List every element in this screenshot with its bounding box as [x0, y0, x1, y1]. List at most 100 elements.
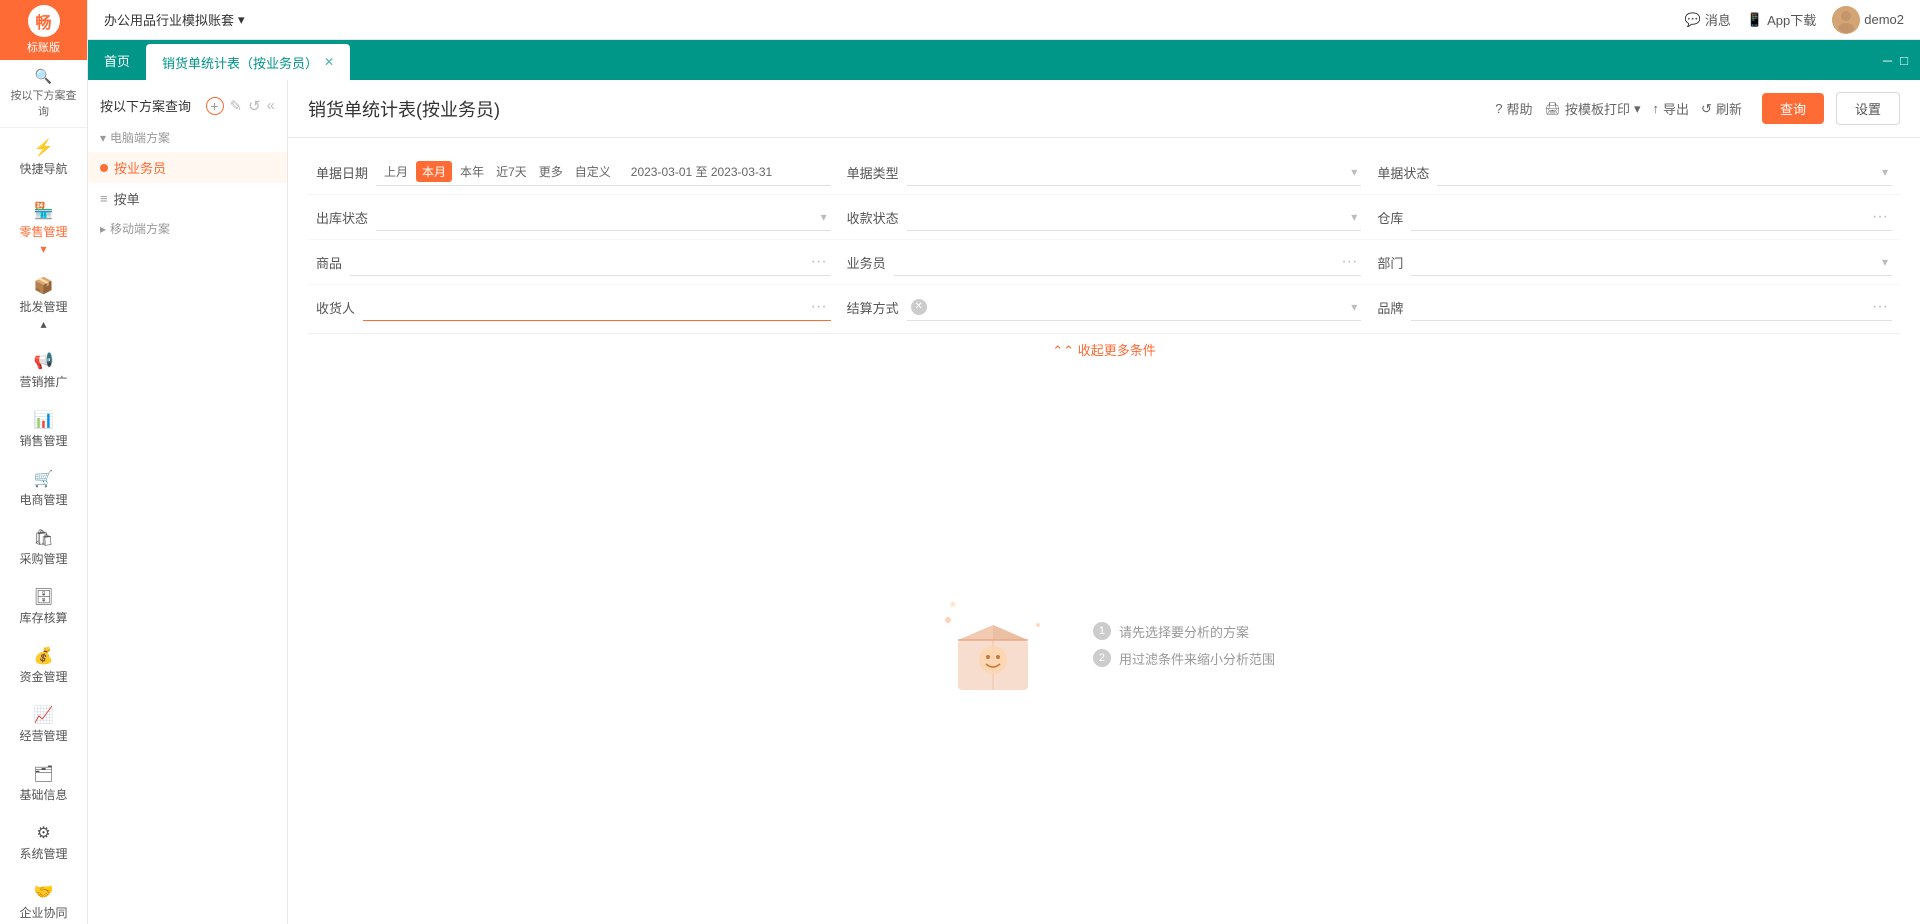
panel-collapse-btn[interactable]: «: [267, 97, 275, 114]
sidebar-item-system[interactable]: ⚙ 系统管理: [0, 813, 87, 872]
finance-icon: 💰: [34, 646, 54, 666]
sidebar-item-base[interactable]: 🗂 基础信息: [0, 754, 87, 813]
date-tab-last-month[interactable]: 上月: [380, 161, 412, 182]
by-staff-label: 按业务员: [114, 158, 166, 177]
settlement-clear-icon[interactable]: ✕: [911, 299, 927, 315]
tab-home[interactable]: 首页: [88, 40, 146, 80]
user-profile[interactable]: demo2: [1832, 6, 1904, 34]
warehouse-field[interactable]: ···: [1411, 203, 1892, 231]
filter-area: 单据日期 上月 本月 本年 近7天 更多 自定义 2023-03-01 至 20…: [288, 138, 1920, 365]
inventory-label: 库存核算: [19, 609, 67, 626]
sidebar-item-sales[interactable]: 📊 销售管理: [0, 400, 87, 459]
brand-dots-icon[interactable]: ···: [1872, 298, 1888, 316]
operations-label: 经营管理: [19, 727, 67, 744]
panel-item-by-order[interactable]: ≡ 按单: [88, 183, 287, 214]
mobile-expand-icon[interactable]: ▸: [100, 222, 106, 236]
empty-text-list: 1 请先选择要分析的方案 2 用过滤条件来缩小分析范围: [1093, 622, 1275, 668]
collapse-filters-btn[interactable]: ⌃⌃ 收起更多条件: [308, 333, 1900, 365]
sidebar-item-inventory[interactable]: 🗄 库存核算: [0, 577, 87, 636]
sidebar-item-cooperation[interactable]: 🤝 企业协同: [0, 872, 87, 924]
help-btn[interactable]: ? 帮助: [1495, 99, 1532, 118]
dept-label: 部门: [1377, 253, 1403, 272]
shortcut-icon: ⚡: [34, 138, 54, 158]
breadcrumb-dropdown[interactable]: 办公用品行业模拟账套 ▾: [104, 10, 245, 29]
breadcrumb-arrow: ▾: [238, 12, 245, 28]
sidebar-item-ecommerce[interactable]: 🛒 电商管理: [0, 459, 87, 518]
warehouse-dots-icon[interactable]: ···: [1872, 208, 1888, 226]
sidebar-item-marketing[interactable]: 📢 营销推广: [0, 341, 87, 400]
date-field[interactable]: 上月 本月 本年 近7天 更多 自定义 2023-03-01 至 2023-03…: [376, 158, 831, 186]
goods-field[interactable]: ···: [350, 248, 831, 276]
panel-section-pc: ▾ 电脑端方案: [88, 123, 287, 152]
receiver-field[interactable]: ···: [363, 293, 831, 321]
sidebar-item-wholesale[interactable]: 📦 批发管理 ▴: [0, 266, 87, 341]
staff-dots-icon[interactable]: ···: [1341, 253, 1357, 271]
doc-status-label: 单据状态: [1377, 163, 1429, 182]
doc-status-select[interactable]: ▾: [1437, 158, 1892, 186]
template-print-label: 按模板打印: [1565, 99, 1630, 118]
marketing-icon: 📢: [34, 351, 54, 371]
app-logo: 畅 标账版: [0, 0, 88, 60]
receiver-dots-icon[interactable]: ···: [811, 298, 827, 316]
date-tab-this-year[interactable]: 本年: [456, 161, 488, 182]
sidebar-item-operations[interactable]: 📈 经营管理: [0, 695, 87, 754]
out-status-chevron-icon: ▾: [821, 210, 827, 224]
sidebar-item-shortcut[interactable]: ⚡ 快捷导航: [0, 128, 87, 187]
left-panel: 按以下方案查询 + ✎ ↺ « ▾ 电脑端方案 按业务员 ≡ 按单: [88, 80, 288, 924]
settlement-select[interactable]: ✕ ▾: [907, 293, 1362, 321]
setup-button[interactable]: 设置: [1836, 92, 1900, 125]
sidebar-item-purchase[interactable]: 🛍 采购管理: [0, 518, 87, 577]
query-button[interactable]: 查询: [1762, 93, 1824, 124]
export-btn[interactable]: ↑ 导出: [1653, 99, 1690, 118]
staff-field[interactable]: ···: [894, 248, 1362, 276]
out-status-label: 出库状态: [316, 208, 368, 227]
refresh-icon: ↺: [1701, 101, 1712, 117]
panel-item-by-staff[interactable]: 按业务员: [88, 152, 287, 183]
tab-close-icon[interactable]: ✕: [324, 55, 334, 69]
filter-warehouse: 仓库 ···: [1369, 201, 1900, 233]
avatar-image: [1832, 6, 1860, 34]
export-label: 导出: [1663, 99, 1689, 118]
date-tab-custom[interactable]: 自定义: [571, 161, 615, 182]
app-download-label: App下载: [1767, 10, 1816, 29]
panel-refresh-btn[interactable]: ↺: [248, 97, 261, 115]
message-label: 消息: [1705, 10, 1731, 29]
date-tab-last7[interactable]: 近7天: [492, 161, 531, 182]
warehouse-label: 仓库: [1377, 208, 1403, 227]
page-title: 销货单统计表(按业务员): [308, 96, 500, 122]
receive-status-select[interactable]: ▾: [907, 203, 1362, 231]
purchase-icon: 🛍: [33, 528, 53, 548]
minimize-icon[interactable]: ─: [1883, 53, 1892, 68]
maximize-icon[interactable]: □: [1900, 53, 1908, 68]
sidebar-item-finance[interactable]: 💰 资金管理: [0, 636, 87, 695]
date-tab-this-month[interactable]: 本月: [416, 161, 452, 182]
date-tabs: 上月 本月 本年 近7天 更多 自定义: [380, 161, 615, 182]
receive-status-label: 收款状态: [847, 208, 899, 227]
date-range-text: 2023-03-01 至 2023-03-31: [631, 163, 772, 180]
panel-add-btn[interactable]: +: [206, 97, 224, 115]
template-print-btn[interactable]: 🖨 按模板打印 ▾: [1544, 99, 1640, 118]
message-action[interactable]: 💬 消息: [1685, 10, 1731, 29]
date-tab-more[interactable]: 更多: [535, 161, 567, 182]
filter-settlement: 结算方式 ✕ ▾: [839, 291, 1370, 323]
expand-arrow-icon[interactable]: ▾: [100, 131, 106, 145]
sidebar-search[interactable]: 🔍 按以下方案查询: [0, 60, 87, 128]
tab-sales-report[interactable]: 销货单统计表（按业务员） ✕: [146, 44, 350, 80]
filter-receiver: 收货人 ···: [308, 291, 839, 323]
goods-dots-icon[interactable]: ···: [811, 253, 827, 271]
filter-row-3: 商品 ··· 业务员 ··· 部门: [308, 240, 1900, 285]
tab-window-controls: ─ □: [1883, 53, 1920, 68]
doc-type-select[interactable]: ▾: [907, 158, 1362, 186]
filter-receive-status: 收款状态 ▾: [839, 201, 1370, 233]
brand-field[interactable]: ···: [1411, 293, 1892, 321]
refresh-btn[interactable]: ↺ 刷新: [1701, 99, 1742, 118]
dept-select[interactable]: ▾: [1411, 248, 1892, 276]
cooperation-icon: 🤝: [34, 882, 54, 902]
sidebar-item-retail[interactable]: 🏪 零售管理 ▾: [0, 191, 87, 266]
app-download-action[interactable]: 📱 App下载: [1747, 10, 1816, 29]
active-dot-icon: [100, 164, 108, 172]
filter-row-4: 收货人 ··· 结算方式 ✕ ▾: [308, 285, 1900, 329]
panel-edit-btn[interactable]: ✎: [230, 97, 243, 115]
out-status-select[interactable]: ▾: [376, 203, 831, 231]
filter-row-2: 出库状态 ▾ 收款状态 ▾ 仓库: [308, 195, 1900, 240]
